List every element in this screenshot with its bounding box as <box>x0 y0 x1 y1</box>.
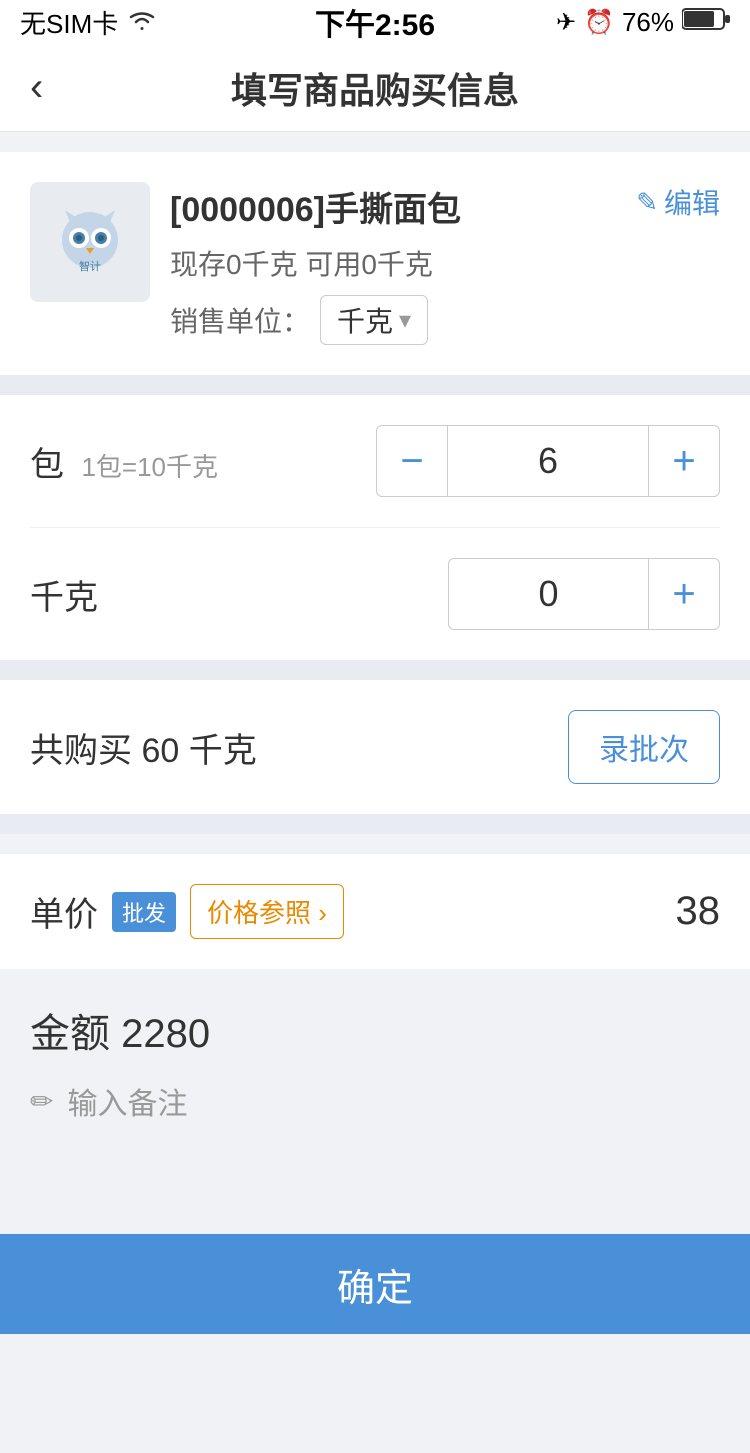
unit-bao: 包 <box>30 446 64 484</box>
quantity-row-bao: 包 1包=10千克 − + <box>30 395 720 528</box>
section-divider-1 <box>0 375 750 395</box>
pencil-icon: ✏ <box>30 1085 53 1118</box>
summary-text: 共购买 60 千克 <box>30 723 257 772</box>
edit-label: 编辑 <box>664 182 720 222</box>
remark-label: 输入备注 <box>67 1079 187 1123</box>
unit-value: 千克 <box>337 300 393 340</box>
battery-icon <box>682 7 730 38</box>
gps-icon: ✈ <box>556 8 576 37</box>
section-divider-3 <box>0 814 750 834</box>
increase-kg-button[interactable]: + <box>648 558 720 630</box>
edit-icon: ✎ <box>636 187 658 218</box>
wifi-icon <box>128 7 156 38</box>
record-batch-button[interactable]: 录批次 <box>568 710 720 784</box>
price-value: 38 <box>676 889 721 934</box>
battery-percent: 76% <box>622 7 674 38</box>
product-card: 智计 [0000006]手撕面包 现存0千克 可用0千克 销售单位： 千克 ▾ … <box>0 152 750 375</box>
product-stock: 现存0千克 可用0千克 <box>170 243 720 283</box>
status-time: 下午2:56 <box>315 0 435 44</box>
status-bar: 无SIM卡 下午2:56 ✈ ⏰ 76% <box>0 0 750 44</box>
quantity-bao-input[interactable] <box>448 425 648 497</box>
quantity-label-kg: 千克 <box>30 570 448 619</box>
amount-row: 金额 2280 <box>30 1001 720 1059</box>
product-unit-row: 销售单位： 千克 ▾ <box>170 295 720 345</box>
quantity-controls-kg: + <box>448 558 720 630</box>
price-label: 单价 <box>30 887 98 936</box>
amount-label: 金额 <box>30 1012 110 1056</box>
edit-button[interactable]: ✎ 编辑 <box>636 182 720 222</box>
carrier-text: 无SIM卡 <box>20 4 118 41</box>
page-title: 填写商品购买信息 <box>231 62 519 114</box>
quantity-controls-bao: − + <box>376 425 720 497</box>
quantity-row-kg: 千克 + <box>30 528 720 660</box>
dropdown-arrow-icon: ▾ <box>399 306 411 335</box>
section-divider-2 <box>0 660 750 680</box>
unit-dropdown[interactable]: 千克 ▾ <box>320 295 428 345</box>
amount-number: 2280 <box>121 1012 210 1056</box>
price-section: 单价 批发 价格参照 › 38 <box>0 854 750 969</box>
nav-bar: ‹ 填写商品购买信息 <box>0 44 750 132</box>
quantity-kg-input[interactable] <box>448 558 648 630</box>
product-logo: 智计 <box>55 202 125 282</box>
remark-row[interactable]: ✏ 输入备注 <box>30 1079 720 1123</box>
svg-text:智计: 智计 <box>79 259 101 272</box>
alarm-icon: ⏰ <box>584 8 614 37</box>
summary-section: 共购买 60 千克 录批次 <box>0 680 750 814</box>
price-label-row: 单价 批发 价格参照 › <box>30 884 344 939</box>
unit-bao-sublabel: 1包=10千克 <box>81 452 218 482</box>
confirm-button[interactable]: 确定 <box>0 1234 750 1334</box>
decrease-bao-button[interactable]: − <box>376 425 448 497</box>
status-right: ✈ ⏰ 76% <box>556 7 730 38</box>
quantity-section: 包 1包=10千克 − + 千克 + <box>0 395 750 660</box>
price-ref-button[interactable]: 价格参照 › <box>190 884 344 939</box>
price-badge: 批发 <box>112 892 176 932</box>
amount-section: 金额 2280 ✏ 输入备注 <box>0 971 750 1153</box>
increase-bao-button[interactable]: + <box>648 425 720 497</box>
status-left: 无SIM卡 <box>20 4 156 41</box>
product-image: 智计 <box>30 182 150 302</box>
unit-kg: 千克 <box>30 579 98 617</box>
quantity-label-bao: 包 1包=10千克 <box>30 437 376 486</box>
back-button[interactable]: ‹ <box>30 65 43 110</box>
unit-label: 销售单位： <box>170 300 310 340</box>
